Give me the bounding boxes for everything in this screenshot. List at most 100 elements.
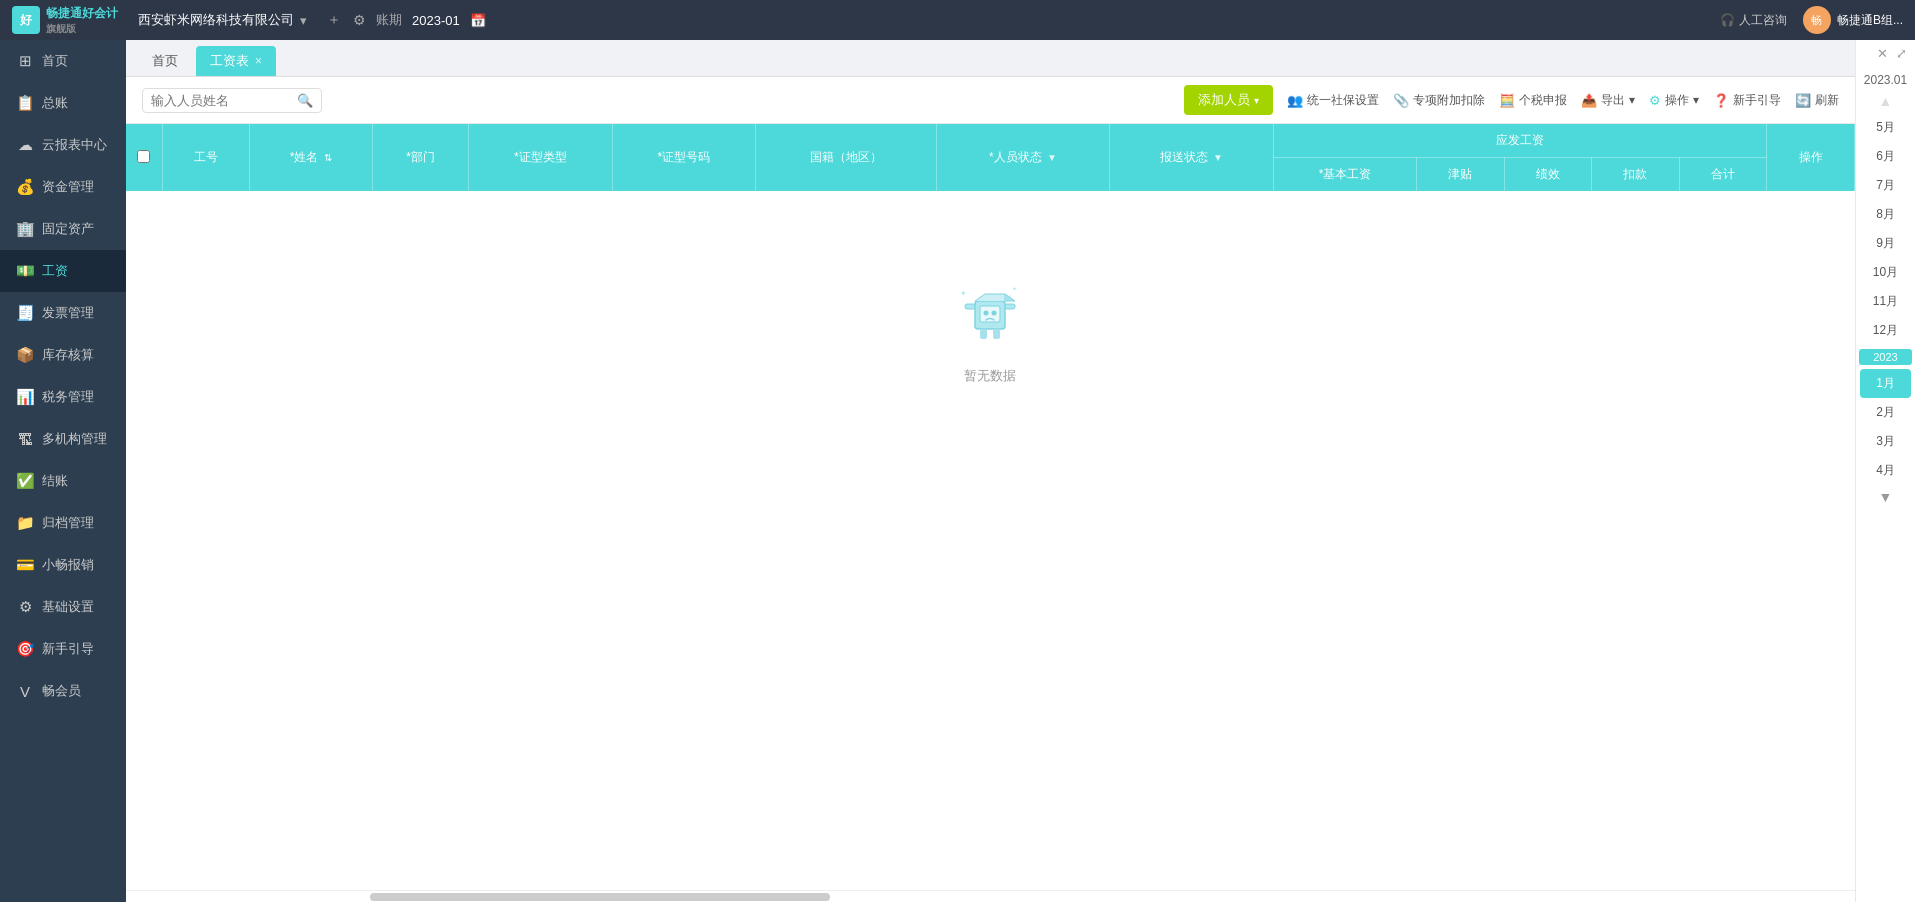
top-bar: 好 畅捷通好会计 旗舰版 西安虾米网络科技有限公司 ▾ ＋ ⚙ 账期 2023-… <box>0 0 1915 40</box>
add-person-label: 添加人员 <box>1198 91 1250 109</box>
user-avatar: 畅 <box>1803 6 1831 34</box>
guide-button[interactable]: ❓ 新手引导 <box>1713 92 1781 109</box>
tab-home-label: 首页 <box>152 52 178 70</box>
refresh-icon: 🔄 <box>1795 93 1811 108</box>
search-box[interactable]: 🔍 <box>142 88 322 113</box>
horizontal-scrollbar[interactable] <box>126 890 1855 902</box>
sidebar-item-inventory[interactable]: 📦 库存核算 <box>0 334 126 376</box>
operations-icon: ⚙ <box>1649 93 1661 108</box>
month-2022-09[interactable]: 9月 <box>1856 229 1915 258</box>
sidebar-item-tax[interactable]: 📊 税务管理 <box>0 376 126 418</box>
export-label: 导出 <box>1601 92 1625 109</box>
sidebar-item-archive[interactable]: 📁 归档管理 <box>0 502 126 544</box>
current-date-display: 2023.01 <box>1864 67 1907 89</box>
month-2022-07[interactable]: 7月 <box>1856 171 1915 200</box>
col-nationality: 国籍（地区） <box>755 124 936 191</box>
tab-salary-table[interactable]: 工资表 × <box>196 46 276 76</box>
special-deduct-button[interactable]: 📎 专项附加扣除 <box>1393 92 1485 109</box>
col-cert-number: *证型号码 <box>612 124 755 191</box>
sidebar-item-invoice[interactable]: 🧾 发票管理 <box>0 292 126 334</box>
status-filter-icon[interactable]: ▼ <box>1047 152 1057 163</box>
app-logo: 好 畅捷通好会计 旗舰版 <box>12 5 118 36</box>
report-filter-icon[interactable]: ▼ <box>1213 152 1223 163</box>
panel-expand-icon[interactable]: ⤢ <box>1896 46 1907 61</box>
operations-arrow-icon: ▾ <box>1693 93 1699 107</box>
multi-icon: 🏗 <box>16 431 34 448</box>
name-sort-icon[interactable]: ⇅ <box>324 152 332 163</box>
sidebar-item-salary[interactable]: 💵 工资 <box>0 250 126 292</box>
empty-text: 暂无数据 <box>964 367 1016 385</box>
guide-icon: 🎯 <box>16 640 34 658</box>
period-label: 账期 <box>376 11 402 29</box>
sidebar-item-expense[interactable]: 💳 小畅报销 <box>0 544 126 586</box>
col-cert-type: *证型类型 <box>469 124 612 191</box>
svg-text:✦: ✦ <box>1008 293 1012 299</box>
add-person-button[interactable]: 添加人员 ▾ <box>1184 85 1273 115</box>
sidebar-item-multi[interactable]: 🏗 多机构管理 <box>0 418 126 460</box>
sidebar-item-label: 云报表中心 <box>42 136 107 154</box>
operations-label: 操作 <box>1665 92 1689 109</box>
month-2023-01[interactable]: 1月 <box>1860 369 1911 398</box>
search-icon: 🔍 <box>297 93 313 108</box>
user-area[interactable]: 畅 畅捷通B组... <box>1803 6 1903 34</box>
assets-icon: 🏢 <box>16 220 34 238</box>
svg-rect-6 <box>965 304 975 309</box>
month-2022-10[interactable]: 10月 <box>1856 258 1915 287</box>
period-calendar-icon[interactable]: 📅 <box>470 13 486 28</box>
svg-rect-5 <box>993 329 1000 339</box>
month-2022-11[interactable]: 11月 <box>1856 287 1915 316</box>
sidebar-item-settle[interactable]: ✅ 结账 <box>0 460 126 502</box>
select-all-checkbox[interactable] <box>137 150 150 163</box>
cloud-icon: ☁ <box>16 136 34 154</box>
sidebar-item-home[interactable]: ⊞ 首页 <box>0 40 126 82</box>
sidebar-item-guide[interactable]: 🎯 新手引导 <box>0 628 126 670</box>
sidebar-item-label: 畅会员 <box>42 682 81 700</box>
support-label: 人工咨询 <box>1739 12 1787 29</box>
month-2023-03[interactable]: 3月 <box>1856 427 1915 456</box>
personal-tax-button[interactable]: 🧮 个税申报 <box>1499 92 1567 109</box>
operations-button[interactable]: ⚙ 操作 ▾ <box>1649 92 1699 109</box>
support-button[interactable]: 🎧 人工咨询 <box>1720 12 1787 29</box>
settings-icon[interactable]: ⚙ <box>353 12 366 28</box>
company-dropdown-icon[interactable]: ▾ <box>300 13 307 28</box>
next-nav-arrow[interactable]: ▼ <box>1875 485 1897 509</box>
sidebar-item-ledger[interactable]: 📋 总账 <box>0 82 126 124</box>
month-2023-02[interactable]: 2月 <box>1856 398 1915 427</box>
col-report-status[interactable]: 报送状态 ▼ <box>1109 124 1273 191</box>
sidebar-item-label: 税务管理 <box>42 388 94 406</box>
company-selector[interactable]: 西安虾米网络科技有限公司 ▾ <box>138 11 307 29</box>
social-settings-button[interactable]: 👥 统一社保设置 <box>1287 92 1379 109</box>
search-input[interactable] <box>151 93 291 108</box>
col-allowance: 津贴 <box>1417 158 1505 192</box>
tax-icon: 📊 <box>16 388 34 406</box>
funds-icon: 💰 <box>16 178 34 196</box>
sidebar-item-assets[interactable]: 🏢 固定资产 <box>0 208 126 250</box>
month-2022-08[interactable]: 8月 <box>1856 200 1915 229</box>
tab-home[interactable]: 首页 <box>138 46 192 76</box>
salary-icon: 💵 <box>16 262 34 280</box>
tab-close-icon[interactable]: × <box>255 54 262 68</box>
table-header-row1: 工号 *姓名 ⇅ *部门 *证型类型 *证型号码 国籍（地区） *人员状态 ▼ <box>126 124 1855 158</box>
panel-close-icon[interactable]: ✕ <box>1877 46 1888 61</box>
scroll-thumb[interactable] <box>370 893 830 901</box>
month-2023-04[interactable]: 4月 <box>1856 456 1915 485</box>
sidebar-item-funds[interactable]: 💰 资金管理 <box>0 166 126 208</box>
sidebar-item-member[interactable]: V 畅会员 <box>0 670 126 712</box>
month-2022-12[interactable]: 12月 <box>1856 316 1915 345</box>
checkbox-header[interactable] <box>126 124 162 191</box>
prev-nav-arrow[interactable]: ▲ <box>1875 89 1897 113</box>
col-name[interactable]: *姓名 ⇅ <box>250 124 373 191</box>
month-2022-06[interactable]: 6月 <box>1856 142 1915 171</box>
sidebar-item-cloud[interactable]: ☁ 云报表中心 <box>0 124 126 166</box>
toolbar: 🔍 添加人员 ▾ 👥 统一社保设置 📎 专项附加扣除 🧮 个税申报 <box>126 77 1855 124</box>
refresh-button[interactable]: 🔄 刷新 <box>1795 92 1839 109</box>
headset-icon: 🎧 <box>1720 13 1735 27</box>
add-icon[interactable]: ＋ <box>327 11 341 29</box>
social-icon: 👥 <box>1287 93 1303 108</box>
col-status[interactable]: *人员状态 ▼ <box>936 124 1109 191</box>
settle-icon: ✅ <box>16 472 34 490</box>
month-2022-05[interactable]: 5月 <box>1856 113 1915 142</box>
export-button[interactable]: 📤 导出 ▾ <box>1581 92 1635 109</box>
year-2023-marker[interactable]: 2023 <box>1859 349 1912 365</box>
sidebar-item-settings[interactable]: ⚙ 基础设置 <box>0 586 126 628</box>
